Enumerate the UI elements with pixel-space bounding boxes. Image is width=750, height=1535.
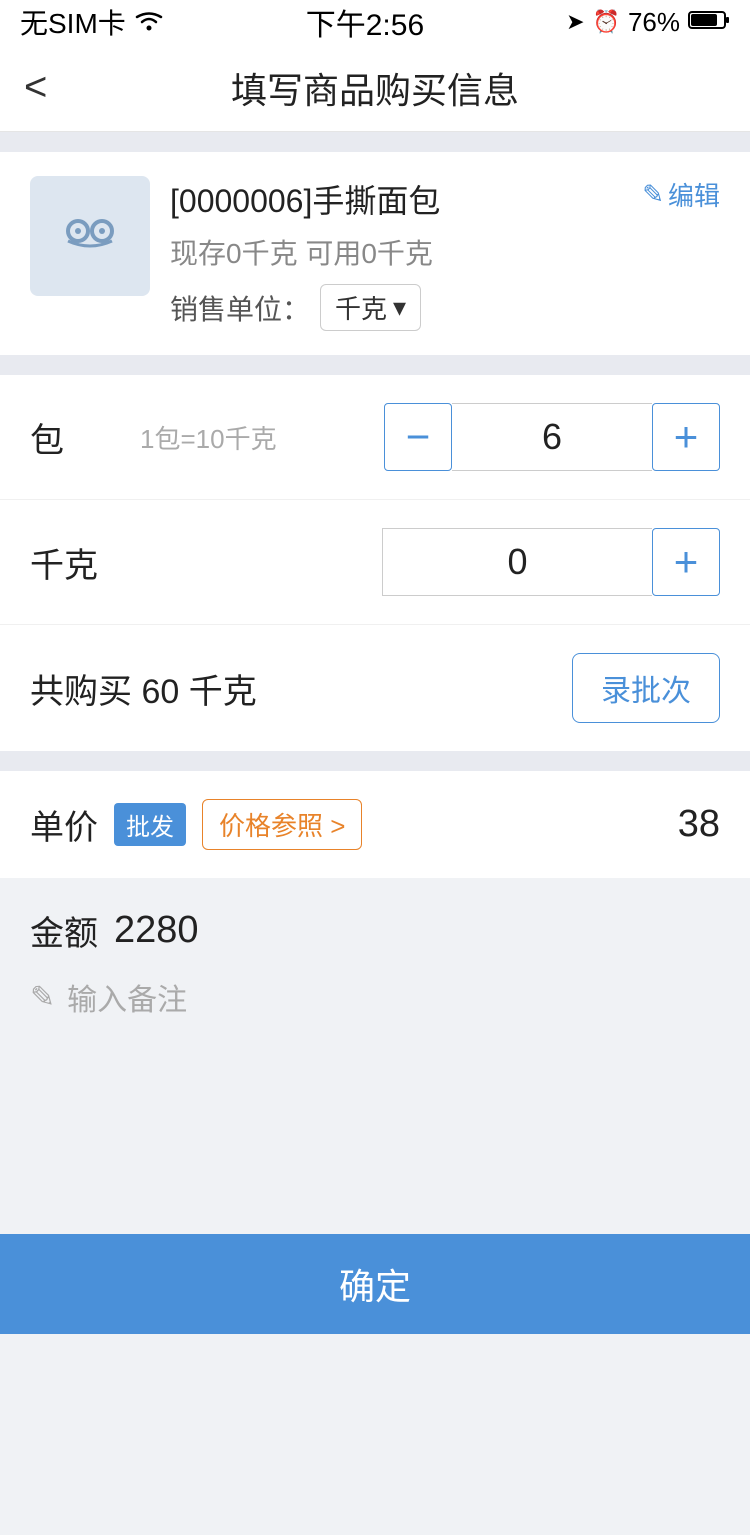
status-left: 无SIM卡 [20,2,164,42]
product-card: [0000006]手撕面包 现存0千克 可用0千克 销售单位： 千克 ▾ ✎ 编… [0,152,750,355]
edit-pencil-icon: ✎ [642,179,664,210]
kg-qty-control: + [382,528,720,596]
page-title: 填写商品购买信息 [231,62,519,114]
price-section: 单价 批发 价格参照 > 38 [0,771,750,878]
back-button[interactable]: < [24,65,47,110]
kg-qty-input[interactable] [382,528,652,596]
kg-plus-button[interactable]: + [652,528,720,596]
price-value: 38 [678,803,720,846]
kg-label: 千克 [30,538,130,587]
amount-value: 2280 [114,909,199,952]
price-label: 单价 [30,800,98,849]
amount-row: 金额 2280 [30,906,720,955]
price-tag-badge: 批发 [114,803,186,846]
bao-qty-control: − + [384,403,720,471]
remark-row[interactable]: ✎ 输入备注 [30,975,720,1019]
status-bar: 无SIM卡 下午2:56 ➤ ⏰ 76% [0,0,750,44]
location-icon: ➤ [566,9,584,35]
remark-label: 输入备注 [67,975,187,1019]
unit-value: 千克 [335,289,387,326]
battery-text: 76% [628,7,680,38]
status-time: 下午2:56 [306,0,424,44]
carrier-text: 无SIM卡 [20,2,126,42]
status-right: ➤ ⏰ 76% [566,7,730,38]
confirm-bar[interactable]: 确定 [0,1234,750,1334]
bao-row: 包 1包=10千克 − + [0,375,750,500]
product-unit-row: 销售单位： 千克 ▾ [170,284,720,331]
bao-sublabel: 1包=10千克 [140,419,384,456]
bao-plus-button[interactable]: + [652,403,720,471]
amount-section: 金额 2280 ✎ 输入备注 [0,878,750,1035]
chevron-down-icon: ▾ [393,292,406,323]
batch-button[interactable]: 录批次 [572,653,720,723]
bao-label: 包 [30,413,130,462]
price-ref-label: 价格参照 > [219,806,345,843]
product-name: [0000006]手撕面包 [170,176,720,222]
product-thumbnail [30,176,150,296]
battery-icon [688,7,730,38]
price-ref-button[interactable]: 价格参照 > [202,799,362,850]
confirm-button[interactable]: 确定 [339,1258,411,1310]
kg-row: 千克 + [0,500,750,625]
product-stock: 现存0千克 可用0千克 [170,232,720,272]
section-divider-1 [0,132,750,152]
amount-label: 金额 [30,906,98,955]
input-section: 包 1包=10千克 − + 千克 + [0,375,750,625]
nav-bar: < 填写商品购买信息 [0,44,750,132]
section-divider-3 [0,751,750,771]
bao-minus-button[interactable]: − [384,403,452,471]
wifi-icon [134,6,164,38]
unit-label: 销售单位： [170,288,310,328]
remark-pencil-icon: ✎ [30,980,55,1015]
summary-row: 共购买 60 千克 录批次 [0,625,750,751]
bao-qty-input[interactable] [452,403,652,471]
alarm-icon: ⏰ [593,9,620,35]
summary-text: 共购买 60 千克 [30,664,257,713]
section-divider-2 [0,355,750,375]
product-info: [0000006]手撕面包 现存0千克 可用0千克 销售单位： 千克 ▾ [170,176,720,331]
edit-button[interactable]: ✎ 编辑 [642,176,720,213]
edit-label: 编辑 [668,176,720,213]
unit-dropdown[interactable]: 千克 ▾ [320,284,421,331]
